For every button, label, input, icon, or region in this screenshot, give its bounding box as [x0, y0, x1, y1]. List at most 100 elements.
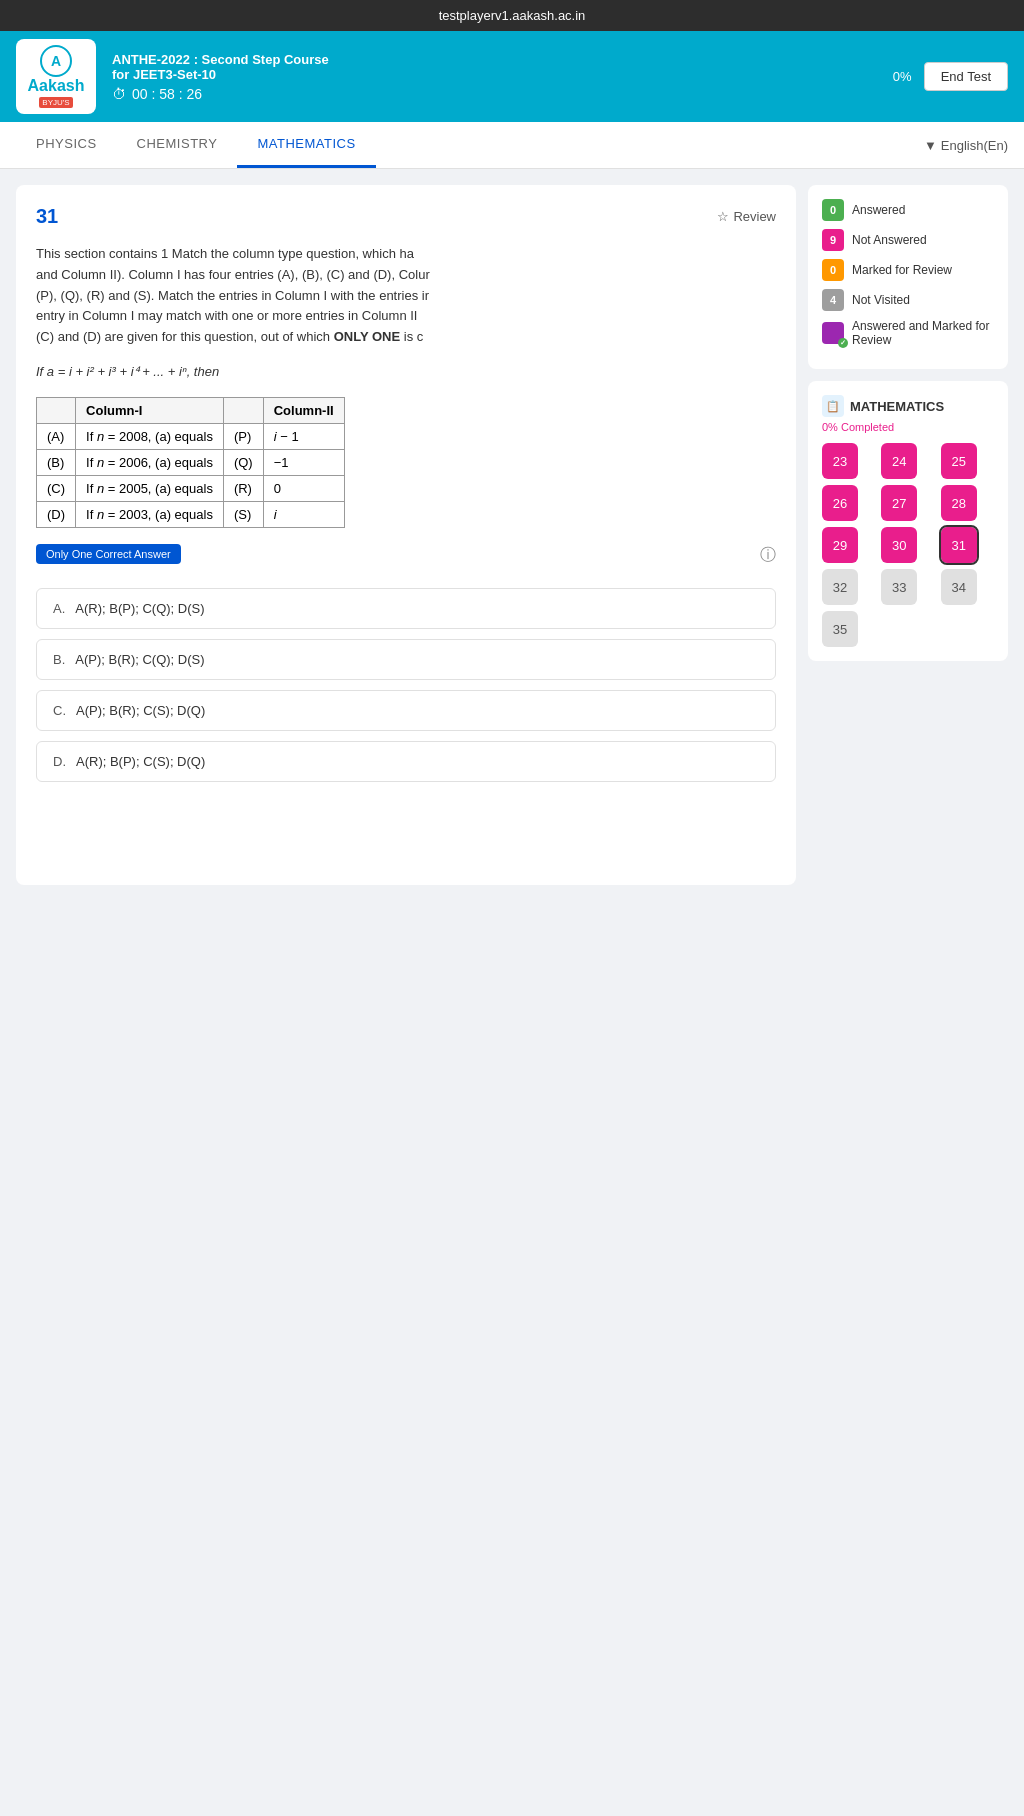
option-c-label: C.	[53, 703, 66, 718]
q-btn-31[interactable]: 31	[941, 527, 977, 563]
row3-col1-text: If n = 2005, (a) equals	[76, 475, 224, 501]
only-one-emphasis: ONLY ONE	[334, 329, 400, 344]
row3-col1-label: (C)	[37, 475, 76, 501]
progress-percent: 0%	[893, 69, 912, 84]
not-visited-badge: 4	[822, 289, 844, 311]
row1-col2-text: i − 1	[263, 423, 344, 449]
q-btn-35[interactable]: 35	[822, 611, 858, 647]
options-list: A. A(R); B(P); C(Q); D(S) B. A(P); B(R);…	[36, 588, 776, 782]
row1-col2-label: (P)	[223, 423, 263, 449]
table-header-col2: Column-II	[263, 397, 344, 423]
table-row: (C) If n = 2005, (a) equals (R) 0	[37, 475, 345, 501]
table-row: (D) If n = 2003, (a) equals (S) i	[37, 501, 345, 527]
section-title-text: MATHEMATICS	[850, 399, 944, 414]
option-d[interactable]: D. A(R); B(P); C(S); D(Q)	[36, 741, 776, 782]
tab-mathematics[interactable]: MATHEMATICS	[237, 122, 375, 168]
row2-col2-label: (Q)	[223, 449, 263, 475]
chevron-down-icon: ▼	[924, 138, 937, 153]
row2-col1-text: If n = 2006, (a) equals	[76, 449, 224, 475]
answer-type-badge: Only One Correct Answer	[36, 544, 181, 564]
legend-not-visited: 4 Not Visited	[822, 289, 994, 311]
option-b-label: B.	[53, 652, 65, 667]
not-answered-badge: 9	[822, 229, 844, 251]
row3-col2-label: (R)	[223, 475, 263, 501]
table-row: (A) If n = 2008, (a) equals (P) i − 1	[37, 423, 345, 449]
q-btn-29[interactable]: 29	[822, 527, 858, 563]
end-test-button[interactable]: End Test	[924, 62, 1008, 91]
marked-badge: 0	[822, 259, 844, 281]
question-formula: If a = i + i² + i³ + i⁴ + ... + iⁿ, then	[36, 362, 776, 383]
language-selector[interactable]: ▼ English(En)	[924, 138, 1008, 153]
section-icon: 📋	[822, 395, 844, 417]
app-header: A Aakash BYJU'S ANTHE-2022 : Second Step…	[0, 31, 1024, 122]
question-panel: 31 ☆ Review This section contains 1 Matc…	[16, 185, 796, 885]
question-number: 31	[36, 205, 58, 228]
legend-marked: 0 Marked for Review	[822, 259, 994, 281]
info-icon[interactable]: ⓘ	[760, 545, 776, 566]
test-title: ANTHE-2022 : Second Step Course for JEET…	[112, 52, 877, 82]
table-header-empty	[37, 397, 76, 423]
q-btn-23[interactable]: 23	[822, 443, 858, 479]
timer-value: 00 : 58 : 26	[132, 86, 202, 102]
q-btn-30[interactable]: 30	[881, 527, 917, 563]
browser-url-bar: testplayerv1.aakash.ac.in	[0, 0, 1024, 31]
legend-card: 0 Answered 9 Not Answered 0 Marked for R…	[808, 185, 1008, 369]
q-btn-27[interactable]: 27	[881, 485, 917, 521]
tab-navigation: PHYSICS CHEMISTRY MATHEMATICS ▼ English(…	[0, 122, 1024, 169]
logo-icon: A	[40, 45, 72, 77]
option-a[interactable]: A. A(R); B(P); C(Q); D(S)	[36, 588, 776, 629]
row4-col1-text: If n = 2003, (a) equals	[76, 501, 224, 527]
main-content: 31 ☆ Review This section contains 1 Matc…	[0, 169, 1024, 901]
option-d-label: D.	[53, 754, 66, 769]
question-description: This section contains 1 Match the column…	[36, 244, 776, 348]
option-b-text: A(P); B(R); C(Q); D(S)	[75, 652, 204, 667]
ans-marked-label: Answered and Marked for Review	[852, 319, 994, 347]
section-card: 📋 MATHEMATICS 0% Completed 23 24 25 26 2…	[808, 381, 1008, 661]
url-text: testplayerv1.aakash.ac.in	[439, 8, 586, 23]
row4-col1-label: (D)	[37, 501, 76, 527]
table-header-col2-label	[223, 397, 263, 423]
answered-label: Answered	[852, 203, 905, 217]
option-c-text: A(P); B(R); C(S); D(Q)	[76, 703, 205, 718]
row2-col1-label: (B)	[37, 449, 76, 475]
not-visited-label: Not Visited	[852, 293, 910, 307]
row4-col2-text: i	[263, 501, 344, 527]
logo-name: Aakash	[28, 77, 85, 95]
header-right: 0% End Test	[893, 62, 1008, 91]
header-info: ANTHE-2022 : Second Step Course for JEET…	[112, 52, 877, 102]
match-table: Column-I Column-II (A) If n = 2008, (a) …	[36, 397, 345, 528]
not-answered-label: Not Answered	[852, 233, 927, 247]
q-btn-32[interactable]: 32	[822, 569, 858, 605]
q-btn-28[interactable]: 28	[941, 485, 977, 521]
q-btn-25[interactable]: 25	[941, 443, 977, 479]
row2-col2-text: −1	[263, 449, 344, 475]
row1-col1-label: (A)	[37, 423, 76, 449]
clock-icon: ⏱	[112, 86, 126, 102]
q-btn-26[interactable]: 26	[822, 485, 858, 521]
sidebar: 0 Answered 9 Not Answered 0 Marked for R…	[808, 185, 1008, 885]
logo: A Aakash BYJU'S	[16, 39, 96, 114]
legend-ans-marked: Answered and Marked for Review	[822, 319, 994, 347]
review-label: Review	[733, 209, 776, 224]
option-c[interactable]: C. A(P); B(R); C(S); D(Q)	[36, 690, 776, 731]
star-icon: ☆	[717, 209, 729, 224]
ans-marked-badge	[822, 322, 844, 344]
option-a-text: A(R); B(P); C(Q); D(S)	[75, 601, 204, 616]
table-row: (B) If n = 2006, (a) equals (Q) −1	[37, 449, 345, 475]
tab-physics[interactable]: PHYSICS	[16, 122, 117, 168]
option-b[interactable]: B. A(P); B(R); C(Q); D(S)	[36, 639, 776, 680]
row4-col2-label: (S)	[223, 501, 263, 527]
tab-chemistry[interactable]: CHEMISTRY	[117, 122, 238, 168]
table-header-col1: Column-I	[76, 397, 224, 423]
q-btn-34[interactable]: 34	[941, 569, 977, 605]
option-a-label: A.	[53, 601, 65, 616]
legend-not-answered: 9 Not Answered	[822, 229, 994, 251]
answered-badge: 0	[822, 199, 844, 221]
review-button[interactable]: ☆ Review	[717, 209, 776, 224]
q-btn-24[interactable]: 24	[881, 443, 917, 479]
language-label: English(En)	[941, 138, 1008, 153]
timer: ⏱ 00 : 58 : 26	[112, 86, 877, 102]
logo-sub: BYJU'S	[39, 97, 72, 108]
q-btn-33[interactable]: 33	[881, 569, 917, 605]
row1-col1-text: If n = 2008, (a) equals	[76, 423, 224, 449]
